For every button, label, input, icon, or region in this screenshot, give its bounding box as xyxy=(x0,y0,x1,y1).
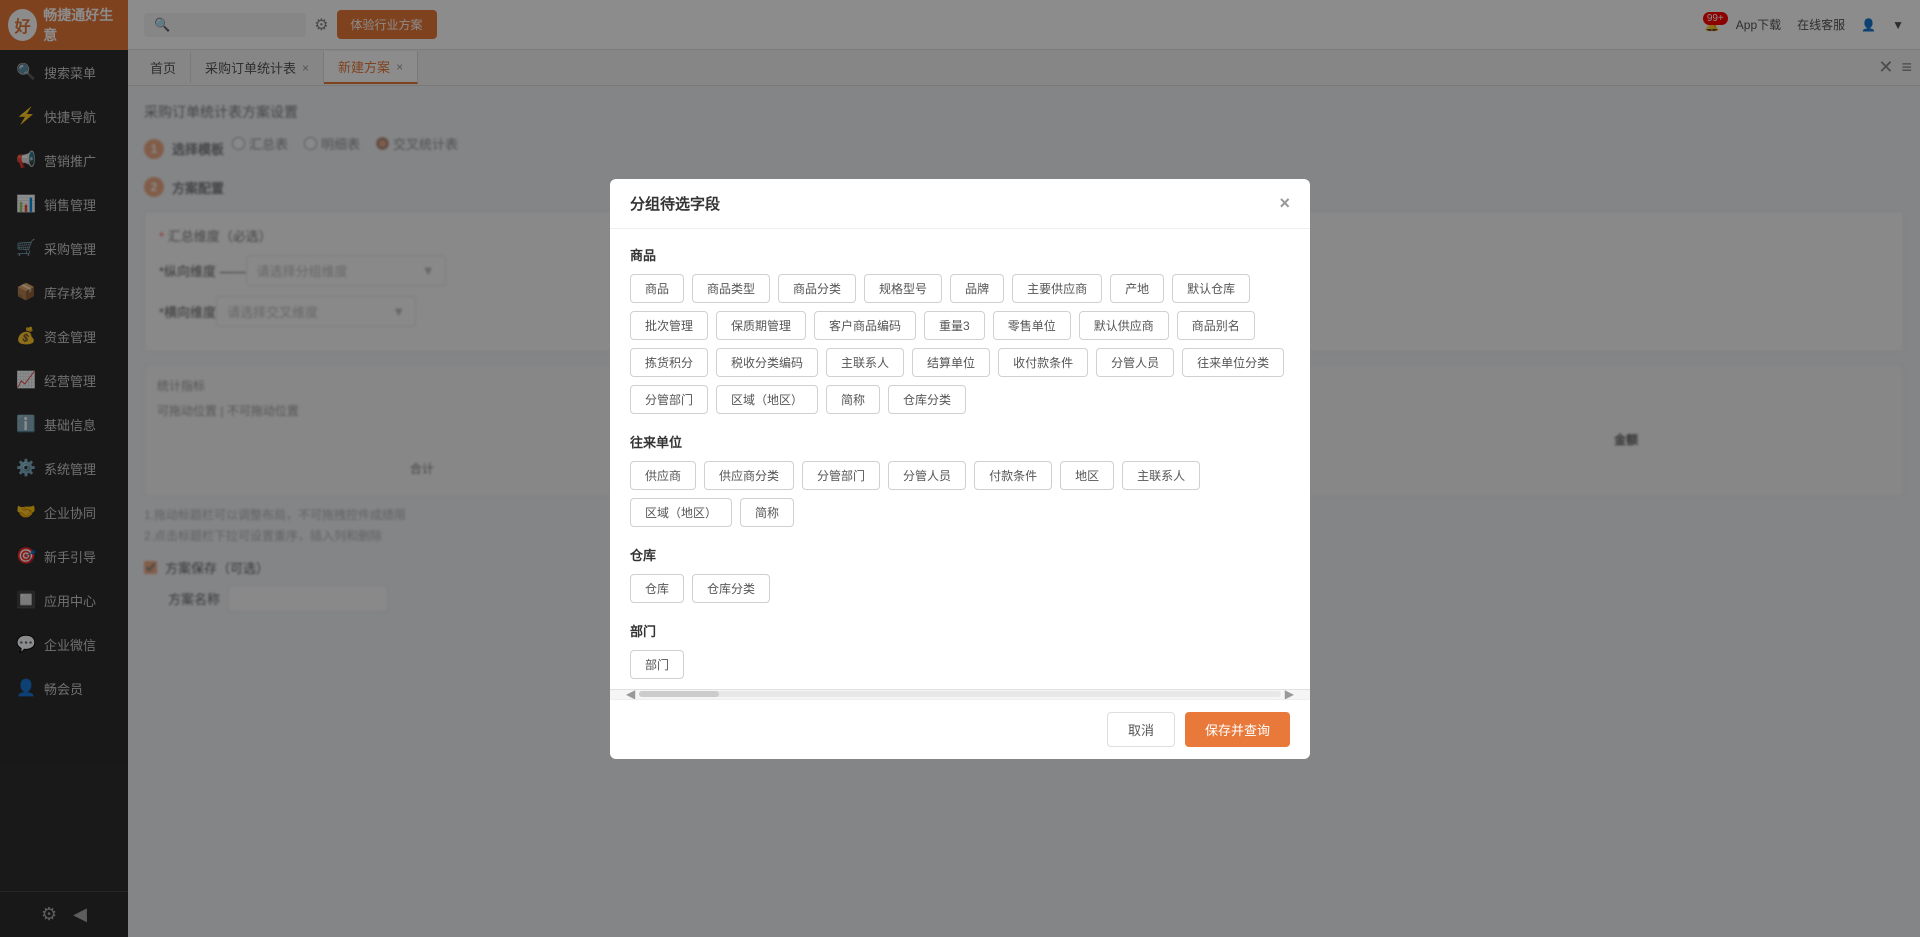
field-tag-1-7[interactable]: 区域（地区） xyxy=(630,498,732,527)
field-tag-0-6[interactable]: 产地 xyxy=(1110,274,1164,303)
field-tag-0-20[interactable]: 分管人员 xyxy=(1096,348,1174,377)
field-tag-1-8[interactable]: 简称 xyxy=(740,498,794,527)
field-tag-0-24[interactable]: 简称 xyxy=(826,385,880,414)
field-tag-1-4[interactable]: 付款条件 xyxy=(974,461,1052,490)
field-tag-0-9[interactable]: 保质期管理 xyxy=(716,311,806,340)
section-title-2: 仓库 xyxy=(630,545,1290,564)
field-tag-0-19[interactable]: 收付款条件 xyxy=(998,348,1088,377)
field-tags-0: 商品商品类型商品分类规格型号品牌主要供应商产地默认仓库批次管理保质期管理客户商品… xyxy=(630,274,1290,414)
field-tag-0-10[interactable]: 客户商品编码 xyxy=(814,311,916,340)
modal-body: 商品商品商品类型商品分类规格型号品牌主要供应商产地默认仓库批次管理保质期管理客户… xyxy=(610,229,1310,689)
modal-close-btn[interactable]: × xyxy=(1279,193,1290,214)
field-tag-2-1[interactable]: 仓库分类 xyxy=(692,574,770,603)
field-tag-1-0[interactable]: 供应商 xyxy=(630,461,696,490)
field-tag-1-2[interactable]: 分管部门 xyxy=(802,461,880,490)
field-tag-2-0[interactable]: 仓库 xyxy=(630,574,684,603)
field-tag-0-18[interactable]: 结算单位 xyxy=(912,348,990,377)
confirm-button[interactable]: 保存并查询 xyxy=(1185,712,1290,747)
field-tags-2: 仓库仓库分类 xyxy=(630,574,1290,603)
field-tag-0-11[interactable]: 重量3 xyxy=(924,311,985,340)
field-tag-0-23[interactable]: 区域（地区） xyxy=(716,385,818,414)
field-tag-0-12[interactable]: 零售单位 xyxy=(993,311,1071,340)
field-tag-0-8[interactable]: 批次管理 xyxy=(630,311,708,340)
field-tag-0-16[interactable]: 税收分类编码 xyxy=(716,348,818,377)
field-tag-0-4[interactable]: 品牌 xyxy=(950,274,1004,303)
field-tag-0-2[interactable]: 商品分类 xyxy=(778,274,856,303)
modal-dialog: 分组待选字段 × 商品商品商品类型商品分类规格型号品牌主要供应商产地默认仓库批次… xyxy=(610,179,1310,759)
field-tags-3: 部门 xyxy=(630,650,1290,679)
field-tags-1: 供应商供应商分类分管部门分管人员付款条件地区主联系人区域（地区） 简称 xyxy=(630,461,1290,527)
modal-overlay: 分组待选字段 × 商品商品商品类型商品分类规格型号品牌主要供应商产地默认仓库批次… xyxy=(0,0,1920,937)
modal-header: 分组待选字段 × xyxy=(610,179,1310,229)
field-section-3: 部门部门 xyxy=(630,621,1290,679)
field-tag-0-3[interactable]: 规格型号 xyxy=(864,274,942,303)
section-title-3: 部门 xyxy=(630,621,1290,640)
field-tag-0-7[interactable]: 默认仓库 xyxy=(1172,274,1250,303)
hscroll-track xyxy=(639,691,1281,697)
field-tag-1-3[interactable]: 分管人员 xyxy=(888,461,966,490)
field-section-0: 商品商品商品类型商品分类规格型号品牌主要供应商产地默认仓库批次管理保质期管理客户… xyxy=(630,245,1290,414)
section-title-1: 往来单位 xyxy=(630,432,1290,451)
hscroll-thumb[interactable] xyxy=(639,691,719,697)
field-tag-0-0[interactable]: 商品 xyxy=(630,274,684,303)
field-tag-3-0[interactable]: 部门 xyxy=(630,650,684,679)
modal-footer: 取消 保存并查询 xyxy=(610,699,1310,759)
modal-hscroll[interactable]: ◀ ▶ xyxy=(610,689,1310,699)
field-tag-1-5[interactable]: 地区 xyxy=(1060,461,1114,490)
section-title-0: 商品 xyxy=(630,245,1290,264)
field-tag-0-15[interactable]: 拣货积分 xyxy=(630,348,708,377)
field-section-1: 往来单位供应商供应商分类分管部门分管人员付款条件地区主联系人区域（地区） 简称 xyxy=(630,432,1290,527)
field-tag-0-5[interactable]: 主要供应商 xyxy=(1012,274,1102,303)
field-tag-0-22[interactable]: 分管部门 xyxy=(630,385,708,414)
field-tag-0-1[interactable]: 商品类型 xyxy=(692,274,770,303)
field-tag-0-25[interactable]: 仓库分类 xyxy=(888,385,966,414)
field-tag-0-13[interactable]: 默认供应商 xyxy=(1079,311,1169,340)
field-tag-0-14[interactable]: 商品别名 xyxy=(1177,311,1255,340)
modal-title: 分组待选字段 xyxy=(630,193,720,214)
field-section-2: 仓库仓库仓库分类 xyxy=(630,545,1290,603)
field-tag-0-21[interactable]: 往来单位分类 xyxy=(1182,348,1284,377)
field-tag-0-17[interactable]: 主联系人 xyxy=(826,348,904,377)
field-tag-1-1[interactable]: 供应商分类 xyxy=(704,461,794,490)
field-tag-1-6[interactable]: 主联系人 xyxy=(1122,461,1200,490)
cancel-button[interactable]: 取消 xyxy=(1107,712,1175,747)
